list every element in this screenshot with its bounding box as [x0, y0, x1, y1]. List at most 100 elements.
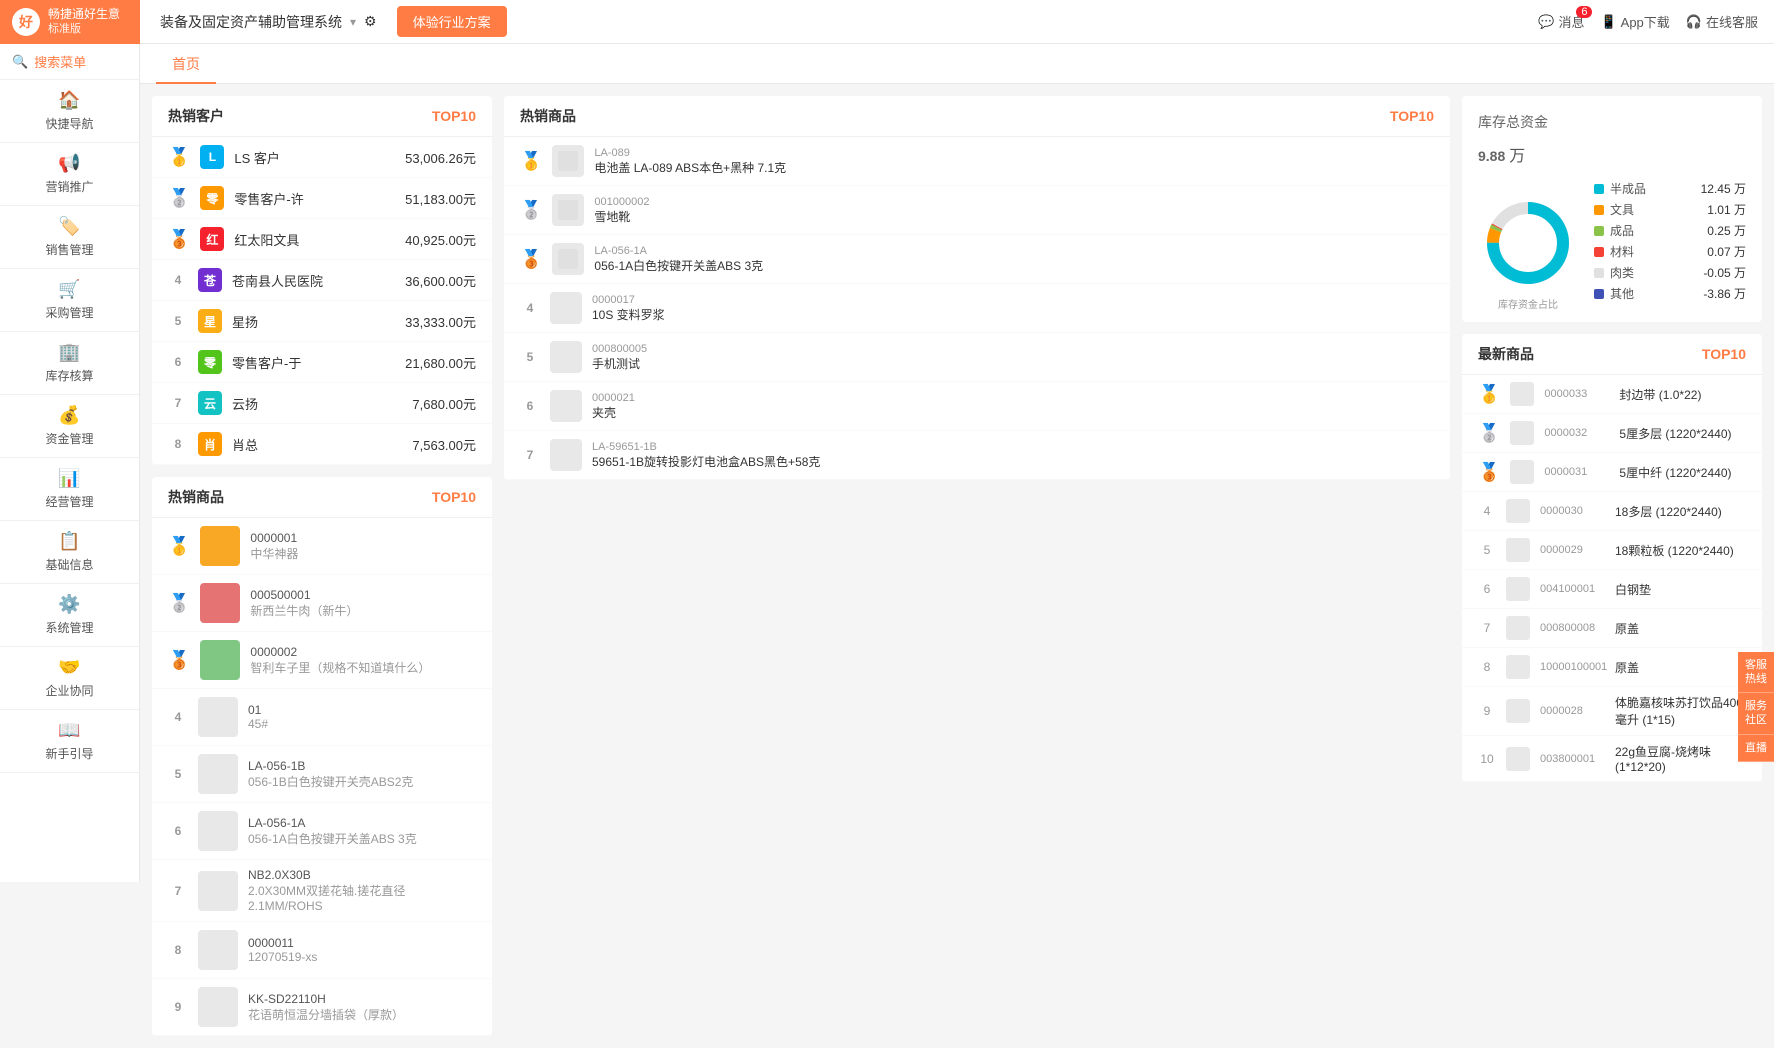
- customer-name: 肖总: [232, 435, 402, 454]
- product-code: 0000017: [592, 294, 1434, 306]
- product-thumbnail: [198, 811, 238, 851]
- customer-service-button[interactable]: 客服热线: [1738, 652, 1774, 694]
- product-info: NB2.0X30B 2.0X30MM双搓花轴.搓花直径2.1MM/ROHS: [248, 868, 476, 913]
- legend-item: 材料 0.07 万: [1594, 243, 1746, 260]
- product-info: 01 45#: [248, 703, 476, 731]
- legend-item: 半成品 12.45 万: [1594, 180, 1746, 197]
- product-thumbnail: [552, 194, 584, 226]
- product-thumbnail: [550, 292, 582, 324]
- hot-products-header: 热销商品 TOP10: [152, 477, 492, 518]
- rank-number: 8: [168, 943, 188, 957]
- product-code: 0000032: [1544, 427, 1609, 439]
- product-thumbnail: [198, 754, 238, 794]
- sidebar-item-quick-nav[interactable]: 🏠 快捷导航: [0, 80, 139, 143]
- product-code: 0000001: [250, 531, 476, 545]
- table-row: 7 云 云扬 7,680.00元: [152, 383, 492, 424]
- service-community-button[interactable]: 服务社区: [1738, 693, 1774, 735]
- online-service-button[interactable]: 🎧 在线客服: [1686, 12, 1758, 31]
- product-name: 夹壳: [592, 404, 1434, 421]
- rank-number: 8: [1478, 660, 1496, 674]
- basic-icon: 📋: [58, 531, 80, 552]
- product-thumbnail: [550, 341, 582, 373]
- rank-number: 7: [520, 448, 540, 462]
- sidebar-item-sales[interactable]: 🏷️ 销售管理: [0, 206, 139, 269]
- gear-icon[interactable]: ⚙: [364, 13, 377, 30]
- rank-number: 7: [168, 396, 188, 410]
- float-buttons: 客服热线 服务社区 直播: [1738, 652, 1774, 762]
- logo-area: 好 畅捷通好生意 标准版: [0, 0, 140, 44]
- sidebar-item-inventory[interactable]: 🏢 库存核算: [0, 332, 139, 395]
- list-item: 🥈 000500001 新西兰牛肉（新牛）: [152, 575, 492, 632]
- product-thumbnail: [550, 390, 582, 422]
- legend-label: 肉类: [1610, 264, 1685, 281]
- inventory-panel: 库存总资金 9.88 万: [1462, 96, 1762, 322]
- rank-number: 7: [168, 884, 188, 898]
- rank-number: 6: [520, 399, 540, 413]
- live-button[interactable]: 直播: [1738, 735, 1774, 762]
- customer-name: 红太阳文具: [234, 230, 395, 249]
- rank-number: 5: [168, 767, 188, 781]
- customer-amount: 7,563.00元: [412, 435, 476, 454]
- message-button[interactable]: 💬 消息 6: [1538, 12, 1584, 31]
- tab-home[interactable]: 首页: [156, 44, 216, 84]
- product-code: LA-056-1B: [248, 759, 476, 773]
- product-name: 白钢垫: [1615, 581, 1746, 598]
- list-item: 6 LA-056-1A 056-1A白色按键开关盖ABS 3克: [152, 803, 492, 860]
- customer-amount: 40,925.00元: [405, 230, 476, 249]
- sidebar-item-system[interactable]: ⚙️ 系统管理: [0, 584, 139, 647]
- legend-label: 文具: [1610, 201, 1685, 218]
- newest-products-header: 最新商品 TOP10: [1462, 334, 1762, 375]
- newest-products-panel: 最新商品 TOP10 🥇 0000033 封边带 (1.0*22) 🥈 0000…: [1462, 334, 1762, 782]
- legend-value: -3.86 万: [1691, 285, 1746, 302]
- search-menu-button[interactable]: 🔍 搜索菜单: [0, 44, 139, 80]
- legend-value: 0.25 万: [1691, 222, 1746, 239]
- sidebar-item-basic[interactable]: 📋 基础信息: [0, 521, 139, 584]
- customer-amount: 36,600.00元: [405, 271, 476, 290]
- legend-item: 其他 -3.86 万: [1594, 285, 1746, 302]
- inventory-title: 库存总资金: [1478, 112, 1746, 132]
- chart-area: 库存资金占比 半成品 12.45 万 文具 1.01 万: [1478, 180, 1746, 306]
- sidebar-item-cooperation[interactable]: 🤝 企业协同: [0, 647, 139, 710]
- hot-products-title: 热销商品: [168, 487, 224, 507]
- product-name: 手机测试: [592, 355, 1434, 372]
- rank-number: 4: [168, 273, 188, 287]
- product-code: 0000028: [1540, 705, 1605, 717]
- sidebar-item-operations[interactable]: 📊 经营管理: [0, 458, 139, 521]
- product-code: 000800008: [1540, 622, 1605, 634]
- table-row: 🥈 零 零售客户-许 51,183.00元: [152, 178, 492, 219]
- product-thumbnail: [1510, 382, 1534, 406]
- app-download-button[interactable]: 📱 App下载: [1600, 12, 1669, 31]
- legend-area: 半成品 12.45 万 文具 1.01 万 成品 0.25 万: [1594, 180, 1746, 306]
- product-info: LA-056-1A 056-1A白色按键开关盖ABS 3克: [594, 245, 1434, 274]
- product-name: 5厘中纤 (1220*2440): [1619, 464, 1746, 481]
- sidebar-item-finance[interactable]: 💰 资金管理: [0, 395, 139, 458]
- rank-number: 4: [168, 710, 188, 724]
- dropdown-arrow-icon[interactable]: ▾: [350, 15, 356, 29]
- rank-number: 10: [1478, 752, 1496, 766]
- product-code: 0000021: [592, 392, 1434, 404]
- list-item: 9 0000028 体脆嘉核味苏打饮品400毫升 (1*15): [1462, 687, 1762, 736]
- product-thumbnail: [1506, 577, 1530, 601]
- legend-value: 12.45 万: [1691, 180, 1746, 197]
- sidebar-item-purchase[interactable]: 🛒 采购管理: [0, 269, 139, 332]
- silver-medal-icon: 🥈: [168, 593, 190, 614]
- sidebar-item-guide[interactable]: 📖 新手引导: [0, 710, 139, 773]
- mid-section: 热销商品 TOP10 🥇 LA-089 电池盖 LA-089 ABS本色+黑种 …: [504, 96, 1450, 1036]
- product-info: 000500001 新西兰牛肉（新牛）: [250, 588, 476, 619]
- product-thumbnail: [1506, 699, 1530, 723]
- purchase-icon: 🛒: [58, 279, 80, 300]
- product-thumbnail: [1506, 616, 1530, 640]
- product-info: 001000002 雪地靴: [594, 196, 1434, 225]
- product-name: 12070519-xs: [248, 950, 476, 964]
- product-code: 01: [248, 703, 476, 717]
- list-item: 7 NB2.0X30B 2.0X30MM双搓花轴.搓花直径2.1MM/ROHS: [152, 860, 492, 922]
- rank-number: 9: [1478, 704, 1496, 718]
- sidebar-item-marketing[interactable]: 📢 营销推广: [0, 143, 139, 206]
- product-info: 0000011 12070519-xs: [248, 936, 476, 964]
- list-item: 4 0000030 18多层 (1220*2440): [1462, 492, 1762, 531]
- product-thumbnail: [552, 145, 584, 177]
- guide-icon: 📖: [58, 720, 80, 741]
- trial-button[interactable]: 体验行业方案: [397, 6, 507, 37]
- product-code: 004100001: [1540, 583, 1605, 595]
- product-name: 原盖: [1615, 659, 1746, 676]
